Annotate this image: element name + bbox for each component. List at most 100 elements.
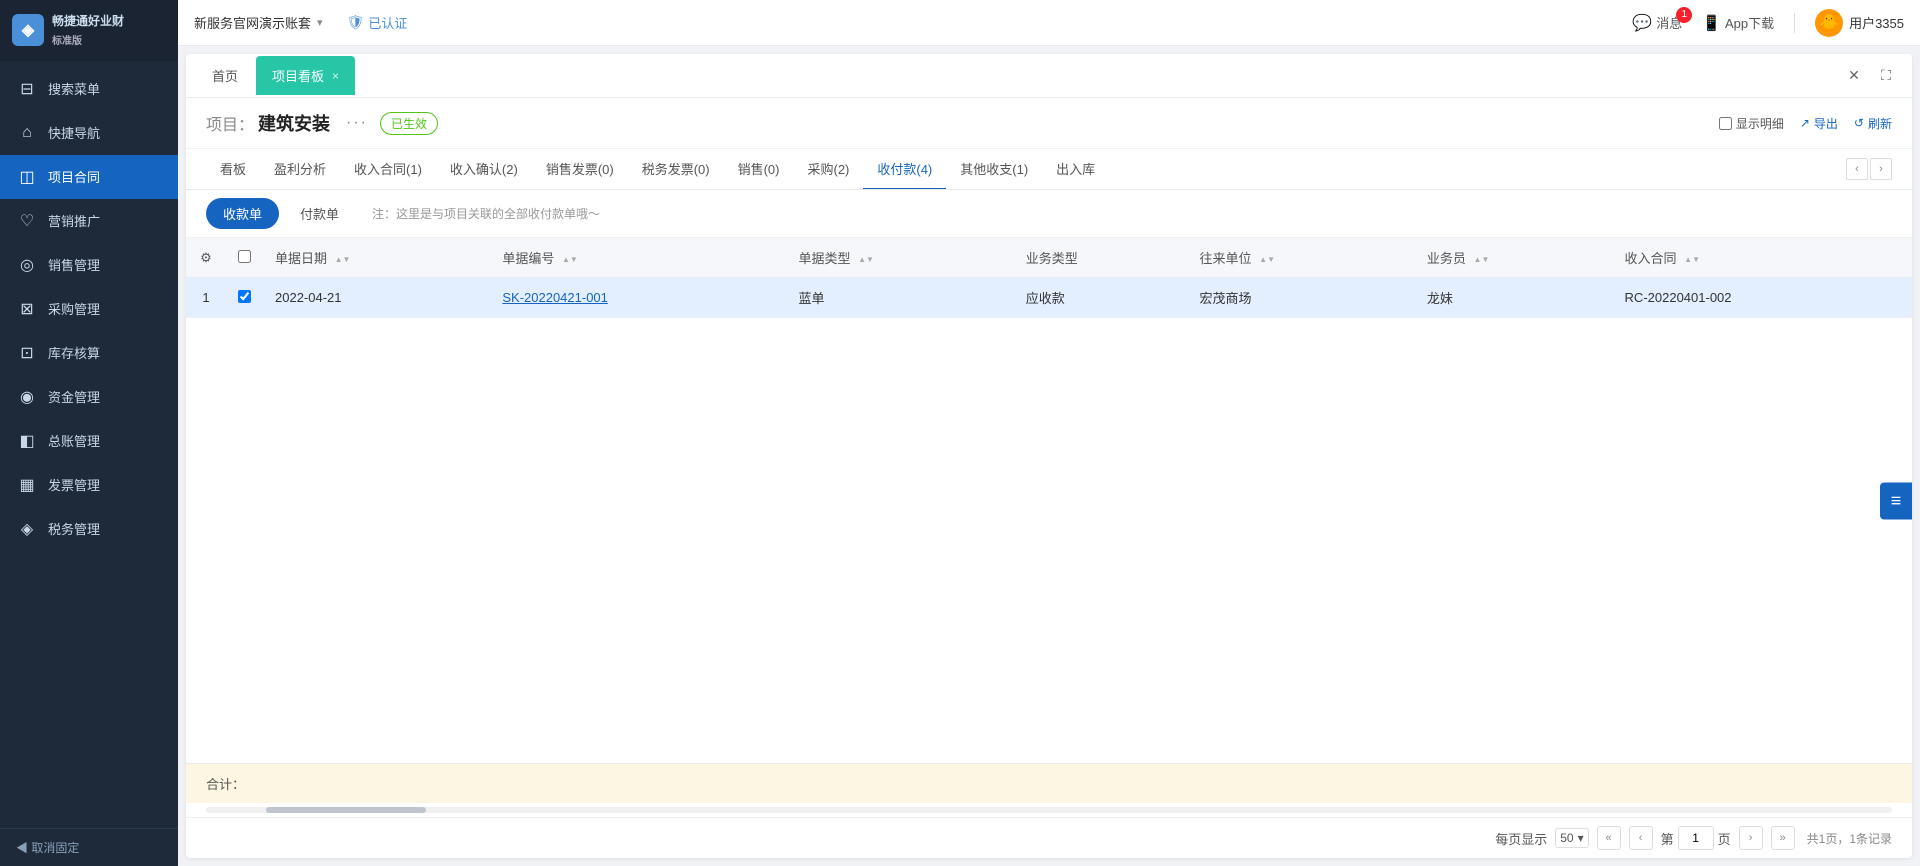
export-button[interactable]: ↗ 导出: [1800, 115, 1838, 132]
sales-icon: ◎: [16, 254, 38, 276]
data-table: ⚙ 单据日期 ▲▼ 单据编号 ▲▼ 单据类型 ▲▼ 业: [186, 238, 1912, 318]
close-window-button[interactable]: ✕: [1840, 62, 1868, 90]
page-size-value: 50: [1560, 831, 1573, 845]
message-button[interactable]: 💬 消息 1: [1632, 13, 1682, 33]
active-tab-label: 项目看板: [272, 66, 324, 85]
refresh-button[interactable]: ↺ 刷新: [1854, 115, 1892, 132]
account-name: 新服务官网演示账套: [194, 13, 311, 32]
app-name: 畅捷通好业财: [52, 14, 124, 30]
subtab-next-button[interactable]: ›: [1870, 158, 1892, 180]
page-input[interactable]: [1678, 826, 1714, 850]
tab-kanban[interactable]: 看板: [206, 149, 260, 190]
total-pages-info: 共1页，1条记录: [1807, 830, 1892, 847]
show-detail-checkbox[interactable]: 显示明细: [1719, 115, 1784, 132]
sidebar-item-marketing[interactable]: ♡ 营销推广: [0, 199, 178, 243]
row-biz-type-cell: 应收款: [1014, 278, 1188, 318]
type-sort-icon: ▲▼: [858, 255, 874, 264]
scrollbar-track[interactable]: [206, 807, 1892, 813]
topbar: 新服务官网演示账套 ▾ 🛡 已认证 💬 消息 1 📱 App下载 🐥 用户335…: [178, 0, 1920, 46]
project-icon: ◫: [16, 166, 38, 188]
project-more-button[interactable]: ···: [346, 114, 368, 132]
app-download-button[interactable]: 📱 App下载: [1702, 13, 1774, 32]
sidebar-item-purchase[interactable]: ⊠ 采购管理: [0, 287, 178, 331]
date-sort-icon: ▲▼: [335, 255, 351, 264]
subtab-prev-button[interactable]: ‹: [1846, 158, 1868, 180]
tab-sales[interactable]: 销售(0): [724, 149, 794, 190]
user-menu[interactable]: 🐥 用户3355: [1815, 9, 1904, 37]
sidebar-item-label: 库存核算: [48, 343, 100, 362]
salesperson-column-header[interactable]: 业务员 ▲▼: [1415, 238, 1613, 278]
tab-other-expense[interactable]: 其他收支(1): [946, 149, 1042, 190]
page-size-dropdown-icon: ▾: [1578, 831, 1584, 845]
export-label: 导出: [1814, 115, 1838, 132]
last-page-button[interactable]: »: [1771, 826, 1795, 850]
sidebar-item-tax[interactable]: ◈ 税务管理: [0, 507, 178, 551]
tax-icon: ◈: [16, 518, 38, 540]
number-column-header[interactable]: 单据编号 ▲▼: [490, 238, 786, 278]
sidebar-item-label: 税务管理: [48, 519, 100, 538]
select-all-checkbox[interactable]: [238, 250, 251, 263]
subtab2-payment-label: 付款单: [300, 207, 339, 222]
partner-column-header[interactable]: 往来单位 ▲▼: [1188, 238, 1415, 278]
side-panel-button[interactable]: ≡: [1880, 482, 1912, 519]
sidebar-item-label: 总账管理: [48, 431, 100, 450]
next-page-button[interactable]: ›: [1739, 826, 1763, 850]
unpin-button[interactable]: ◀ 取消固定: [0, 828, 178, 866]
home-tab[interactable]: 首页: [198, 54, 252, 97]
subtab2-receipt[interactable]: 收款单: [206, 198, 279, 229]
tab-income-confirm[interactable]: 收入确认(2): [436, 149, 532, 190]
tab-close-button[interactable]: ×: [332, 70, 339, 82]
sidebar-item-label: 营销推广: [48, 211, 100, 230]
tab-profit[interactable]: 盈利分析: [260, 149, 340, 190]
message-icon: 💬: [1632, 13, 1652, 33]
sidebar-item-inventory[interactable]: ⊡ 库存核算: [0, 331, 178, 375]
project-header-right: 显示明细 ↗ 导出 ↺ 刷新: [1719, 115, 1892, 132]
app-download-label: App下载: [1725, 13, 1774, 32]
horizontal-scrollbar[interactable]: [186, 803, 1912, 817]
phone-icon: 📱: [1702, 14, 1721, 32]
sidebar-item-label: 快捷导航: [48, 123, 100, 142]
page-suffix: 页: [1718, 829, 1731, 848]
sidebar-item-label: 发票管理: [48, 475, 100, 494]
sidebar: ◈ 畅捷通好业财 标准版 ⊟ 搜索菜单 ⌂ 快捷导航 ◫ 项目合同 ♡ 营销推广…: [0, 0, 178, 866]
project-header: 项目： 建筑安装 ··· 已生效 显示明细 ↗ 导出 ↺ 刷新: [186, 98, 1912, 149]
scrollbar-thumb[interactable]: [266, 807, 426, 813]
type-column-header[interactable]: 单据类型 ▲▼: [786, 238, 1013, 278]
row-number-cell[interactable]: SK-20220421-001: [490, 278, 786, 318]
sidebar-item-ledger[interactable]: ◧ 总账管理: [0, 419, 178, 463]
finance-icon: ◉: [16, 386, 38, 408]
tab-tax-invoice[interactable]: 税务发票(0): [628, 149, 724, 190]
show-detail-input[interactable]: [1719, 117, 1732, 130]
row-checkbox[interactable]: [238, 290, 251, 303]
settings-column-header[interactable]: ⚙: [186, 238, 226, 278]
subtab-arrows: ‹ ›: [1846, 158, 1892, 180]
account-selector[interactable]: 新服务官网演示账套 ▾: [194, 13, 323, 32]
sidebar-item-label: 采购管理: [48, 299, 100, 318]
maximize-button[interactable]: ⛶: [1872, 62, 1900, 90]
row-date-cell: 2022-04-21: [263, 278, 490, 318]
active-tab[interactable]: 项目看板 ×: [256, 56, 355, 95]
tab-purchase[interactable]: 采购(2): [793, 149, 863, 190]
project-prefix: 项目：: [206, 111, 254, 135]
tab-inout[interactable]: 出入库: [1042, 149, 1109, 190]
sidebar-item-finance[interactable]: ◉ 资金管理: [0, 375, 178, 419]
tab-payment[interactable]: 收付款(4): [863, 149, 946, 190]
table-row[interactable]: 1 2022-04-21 SK-20220421-001 蓝单 应收款 宏茂商场…: [186, 278, 1912, 318]
inventory-icon: ⊡: [16, 342, 38, 364]
prev-page-button[interactable]: ‹: [1629, 826, 1653, 850]
sidebar-item-quicknav[interactable]: ⌂ 快捷导航: [0, 111, 178, 155]
tab-sales-invoice[interactable]: 销售发票(0): [532, 149, 628, 190]
subtab2-payment[interactable]: 付款单: [283, 198, 356, 229]
sidebar-item-search[interactable]: ⊟ 搜索菜单: [0, 67, 178, 111]
sidebar-item-project[interactable]: ◫ 项目合同: [0, 155, 178, 199]
row-check-cell[interactable]: [226, 278, 263, 318]
sidebar-item-sales[interactable]: ◎ 销售管理: [0, 243, 178, 287]
page-size-select[interactable]: 50 ▾: [1555, 828, 1588, 848]
number-sort-icon: ▲▼: [562, 255, 578, 264]
sidebar-item-invoice[interactable]: ▦ 发票管理: [0, 463, 178, 507]
income-contract-column-header[interactable]: 收入合同 ▲▼: [1613, 238, 1912, 278]
first-page-button[interactable]: «: [1597, 826, 1621, 850]
date-column-header[interactable]: 单据日期 ▲▼: [263, 238, 490, 278]
tab-income-contract[interactable]: 收入合同(1): [340, 149, 436, 190]
row-income-contract-cell: RC-20220401-002: [1613, 278, 1912, 318]
